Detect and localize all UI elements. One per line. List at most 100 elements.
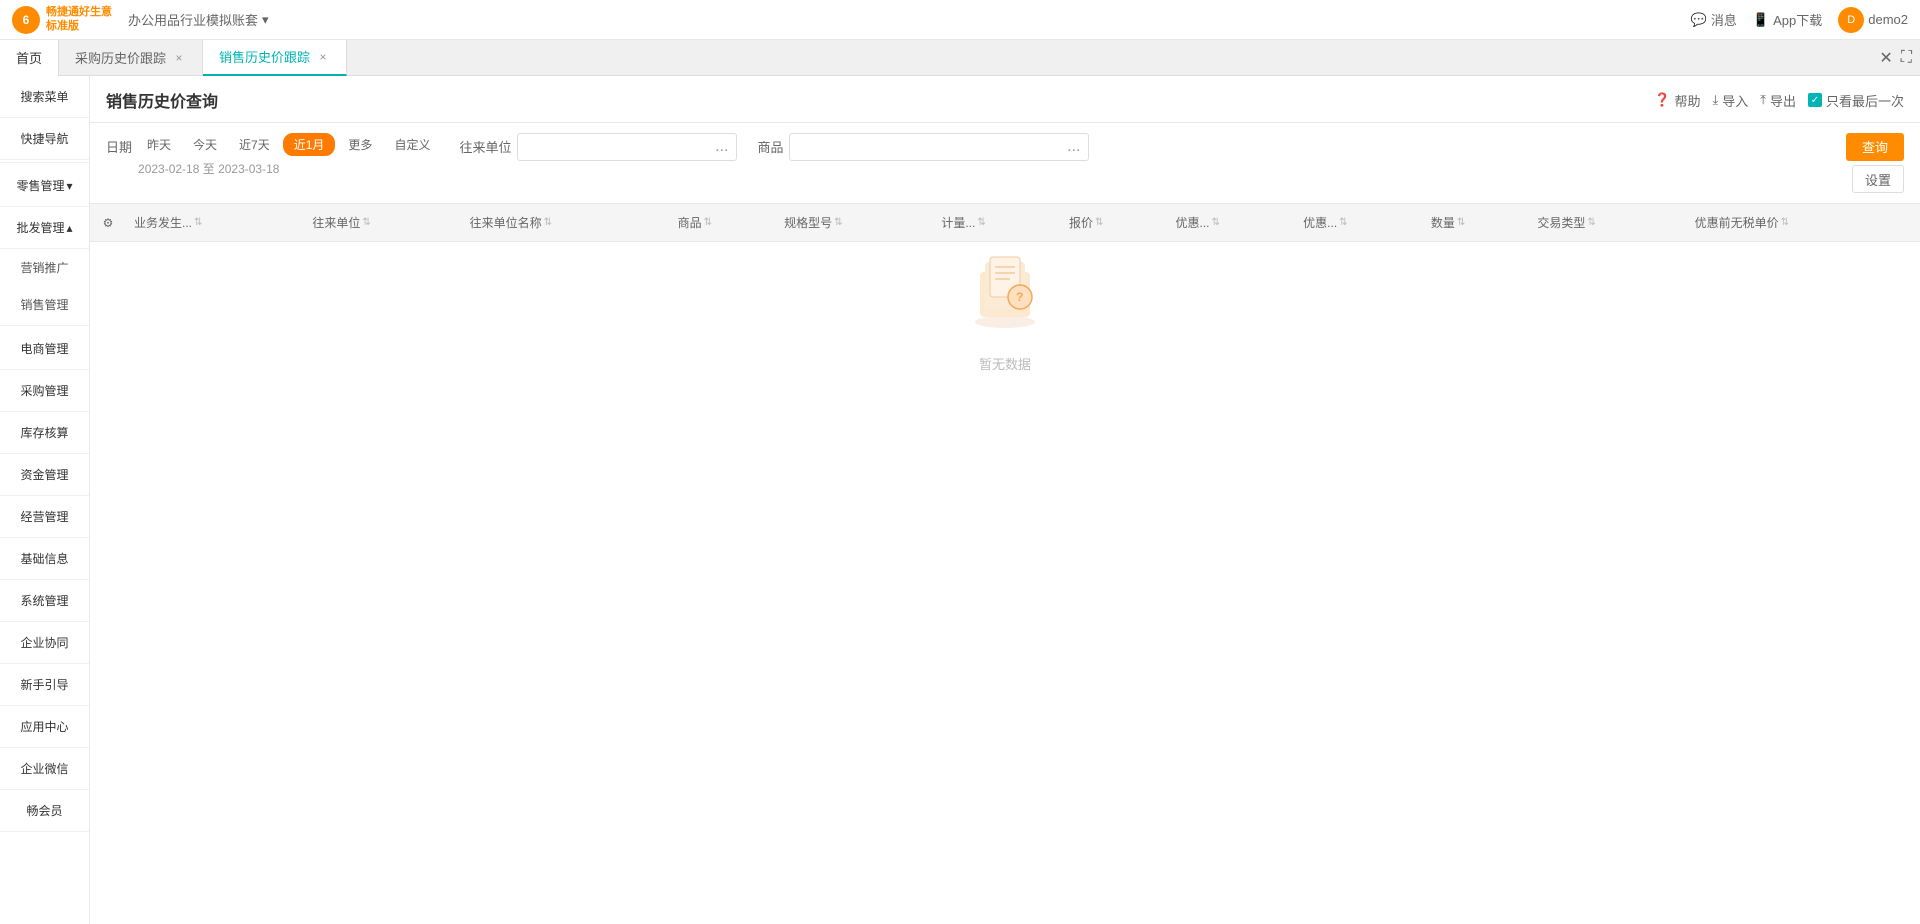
sidebar-divider-1	[0, 162, 89, 163]
sort-icon-9: ⇅	[1339, 217, 1347, 228]
partner-input-dots: ...	[715, 138, 728, 156]
company-dropdown[interactable]: 办公用品行业模拟账套 ▾	[120, 6, 277, 33]
sidebar-item-wholesale-mgmt[interactable]: 批发管理 ▴	[0, 207, 89, 249]
sidebar-item-basic-info[interactable]: 基础信息	[0, 538, 89, 580]
sidebar-item-app-center[interactable]: 应用中心	[0, 706, 89, 748]
date-filter-label: 日期	[106, 133, 132, 156]
col-trade-type[interactable]: 交易类型 ⇅	[1529, 204, 1686, 242]
sidebar-item-marketing[interactable]: 营销推广	[0, 249, 89, 286]
sort-icon-5: ⇅	[834, 217, 842, 228]
sidebar-divider-2	[0, 325, 89, 326]
sort-icon-4: ⇅	[704, 217, 712, 228]
table-header-row: ⚙ 业务发生... ⇅ 往来单位 ⇅	[90, 204, 1920, 242]
date-btn-1month[interactable]: 近1月	[283, 133, 336, 156]
tab-sales-history[interactable]: 销售历史价跟踪 ×	[203, 40, 347, 76]
col-discount2[interactable]: 优惠... ⇅	[1295, 204, 1423, 242]
tab-purchase-history-close[interactable]: ×	[172, 51, 186, 65]
sidebar-item-new-guide[interactable]: 新手引导	[0, 664, 89, 706]
page-header: 销售历史价查询 ❓ 帮助 ⤓ 导入 ⤒ 导出 ✓ 只看最后一次	[90, 76, 1920, 123]
date-range-display: 2023-02-18 至 2023-03-18	[138, 160, 439, 177]
sidebar-item-enterprise-wechat[interactable]: 企业微信	[0, 748, 89, 790]
help-action[interactable]: ❓ 帮助	[1654, 91, 1700, 110]
fullscreen-icon[interactable]: ⛶	[1901, 49, 1912, 67]
col-partner-name[interactable]: 往来单位名称 ⇅	[462, 204, 670, 242]
avatar: D	[1838, 7, 1864, 33]
sidebar-item-sales-mgmt[interactable]: 销售管理	[0, 286, 89, 323]
sort-icon: ⇅	[194, 217, 202, 228]
sidebar-item-retail-mgmt[interactable]: 零售管理 ▾	[0, 165, 89, 207]
app-download-action[interactable]: 📱 App下载	[1753, 10, 1822, 29]
empty-icon: ?	[955, 242, 1055, 342]
sidebar-item-operations[interactable]: 经营管理	[0, 496, 89, 538]
col-biz-date[interactable]: 业务发生... ⇅	[126, 204, 304, 242]
search-button[interactable]: 查询	[1846, 133, 1904, 161]
chevron-icon: ▾	[66, 179, 72, 193]
product-filter-label: 商品	[757, 133, 783, 156]
date-filter-buttons: 昨天 今天 近7天 近1月 更多 自定义 2023-02-18 至 2023-0…	[138, 133, 439, 177]
product-input-dots: ...	[1067, 138, 1080, 156]
filter-bar: 日期 昨天 今天 近7天 近1月 更多 自定义 2023-02-18 至 202…	[90, 123, 1920, 204]
logo-text: 畅捷通好生意 标准版	[46, 6, 112, 32]
date-btn-more[interactable]: 更多	[339, 133, 381, 156]
col-product[interactable]: 商品 ⇅	[670, 204, 777, 242]
col-pre-tax-price[interactable]: 优惠前无税单价 ⇅	[1687, 204, 1920, 242]
only-last-checkbox[interactable]: ✓	[1808, 93, 1822, 107]
sidebar-item-inventory[interactable]: 库存核算	[0, 412, 89, 454]
sort-icon-10: ⇅	[1457, 217, 1465, 228]
date-btn-custom[interactable]: 自定义	[385, 133, 439, 156]
product-filter-group: 商品 ...	[757, 133, 1089, 161]
tab-purchase-history[interactable]: 采购历史价跟踪 ×	[59, 40, 203, 76]
col-unit[interactable]: 计量... ⇅	[933, 204, 1061, 242]
col-quoted-price[interactable]: 报价 ⇅	[1061, 204, 1168, 242]
sort-icon-2: ⇅	[362, 217, 370, 228]
sidebar-item-quick-nav[interactable]: 快捷导航	[0, 118, 89, 160]
sort-icon-3: ⇅	[544, 217, 552, 228]
table-container: ⚙ 业务发生... ⇅ 往来单位 ⇅	[90, 204, 1920, 924]
filter-right-actions: 查询 设置	[1846, 133, 1904, 193]
sidebar-item-system[interactable]: 系统管理	[0, 580, 89, 622]
sidebar-item-enterprise-collab[interactable]: 企业协同	[0, 622, 89, 664]
sidebar-item-ecommerce[interactable]: 电商管理	[0, 328, 89, 370]
app-download-icon: 📱	[1753, 12, 1769, 28]
import-action[interactable]: ⤓ 导入	[1712, 91, 1748, 110]
col-discount1[interactable]: 优惠... ⇅	[1168, 204, 1296, 242]
page-title: 销售历史价查询	[106, 88, 218, 112]
col-settings[interactable]: ⚙	[90, 204, 126, 242]
sidebar-item-finance[interactable]: 资金管理	[0, 454, 89, 496]
settings-button[interactable]: 设置	[1852, 165, 1904, 193]
data-table: ⚙ 业务发生... ⇅ 往来单位 ⇅	[90, 204, 1920, 242]
sidebar-item-member[interactable]: 畅会员	[0, 790, 89, 832]
settings-icon[interactable]: ⚙	[103, 216, 114, 230]
chevron-up-icon: ▴	[66, 221, 72, 235]
tabs-actions: ✕ ⛶	[1871, 48, 1920, 68]
date-btn-today[interactable]: 今天	[184, 133, 226, 156]
app-header: 6 畅捷通好生意 标准版 办公用品行业模拟账套 ▾ 💬 消息 📱 App下载 D…	[0, 0, 1920, 40]
date-btn-yesterday[interactable]: 昨天	[138, 133, 180, 156]
import-icon: ⤓	[1712, 92, 1718, 108]
col-partner-code[interactable]: 往来单位 ⇅	[304, 204, 461, 242]
message-action[interactable]: 💬 消息	[1691, 10, 1737, 29]
table-header: ⚙ 业务发生... ⇅ 往来单位 ⇅	[90, 204, 1920, 242]
close-tab-icon[interactable]: ✕	[1879, 48, 1892, 68]
col-quantity[interactable]: 数量 ⇅	[1423, 204, 1530, 242]
product-input[interactable]: ...	[789, 133, 1089, 161]
col-spec[interactable]: 规格型号 ⇅	[776, 204, 933, 242]
logo-icon: 6	[12, 6, 40, 34]
sidebar-item-purchase[interactable]: 采购管理	[0, 370, 89, 412]
date-btn-7days[interactable]: 近7天	[230, 133, 279, 156]
tab-sales-history-close[interactable]: ×	[316, 50, 330, 64]
tab-home[interactable]: 首页	[0, 40, 59, 76]
partner-input[interactable]: ...	[517, 133, 737, 161]
only-last-checkbox-label[interactable]: ✓ 只看最后一次	[1808, 91, 1904, 110]
tabs-bar: 首页 采购历史价跟踪 × 销售历史价跟踪 × ✕ ⛶	[0, 40, 1920, 76]
sidebar: 搜索菜单 快捷导航 零售管理 ▾ 批发管理 ▴ 营销推广 销售管理 电商管理 采…	[0, 76, 90, 924]
sort-icon-6: ⇅	[977, 217, 985, 228]
user-profile[interactable]: D demo2	[1838, 7, 1908, 33]
export-icon: ⤒	[1760, 92, 1766, 108]
date-btn-row: 昨天 今天 近7天 近1月 更多 自定义	[138, 133, 439, 156]
export-action[interactable]: ⤒ 导出	[1760, 91, 1796, 110]
sidebar-item-search-menu[interactable]: 搜索菜单	[0, 76, 89, 118]
empty-text: 暂无数据	[979, 354, 1031, 373]
message-icon: 💬	[1691, 12, 1707, 28]
date-filter-group: 日期 昨天 今天 近7天 近1月 更多 自定义 2023-02-18 至 202…	[106, 133, 439, 177]
